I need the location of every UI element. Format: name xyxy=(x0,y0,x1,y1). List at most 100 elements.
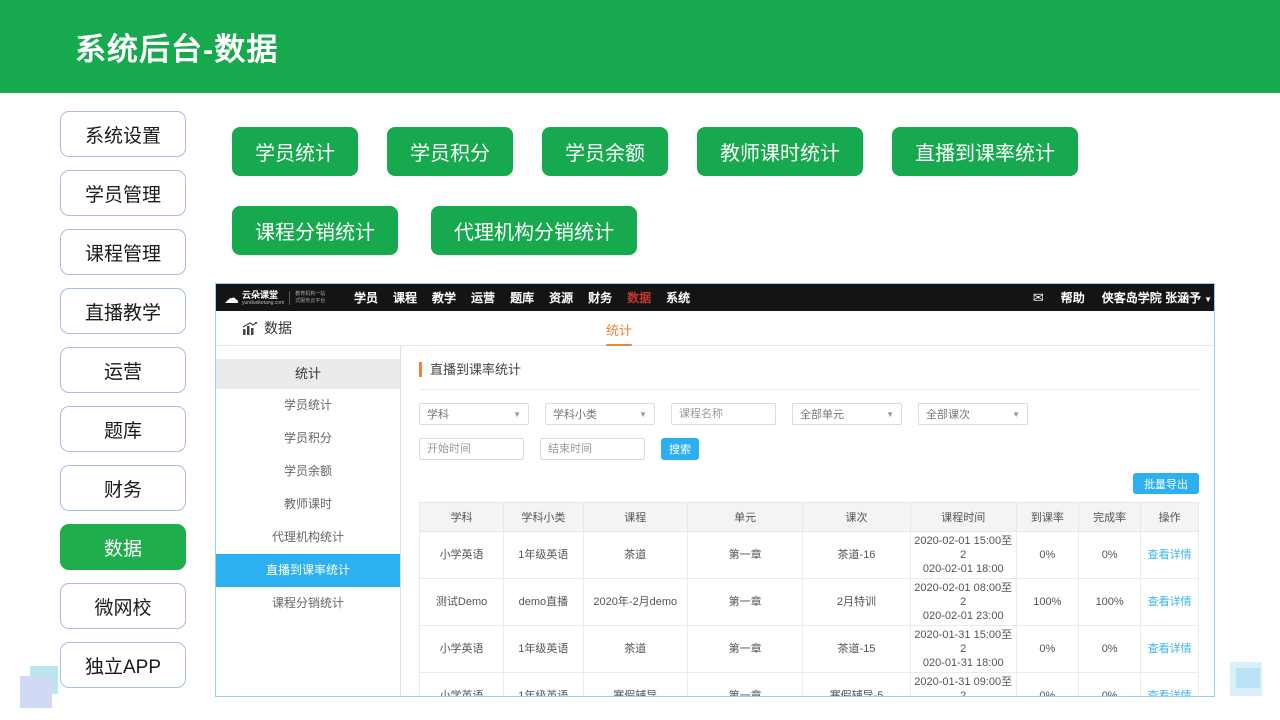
sidebar-button[interactable]: 微网校 xyxy=(60,583,186,629)
sidebar-button[interactable]: 学员管理 xyxy=(60,170,186,216)
sidebar-button-label: 数据 xyxy=(104,534,142,561)
side-menu-item[interactable]: 学员余额 xyxy=(216,455,400,488)
table-header-cell: 课次 xyxy=(803,503,911,532)
sidebar-button-label: 运营 xyxy=(104,357,142,384)
chevron-down-icon: ▼ xyxy=(886,410,894,419)
chevron-down-icon: ▼ xyxy=(513,410,521,419)
app-top-menu-item[interactable]: 题库 xyxy=(510,289,534,306)
app-top-menu-item[interactable]: 资源 xyxy=(549,289,573,306)
sidebar-button-label: 题库 xyxy=(104,416,142,443)
sidebar-button[interactable]: 独立APP xyxy=(60,642,186,688)
cell-action: 查看详情 xyxy=(1141,626,1199,673)
app-top-menu-item[interactable]: 课程 xyxy=(393,289,417,306)
sidebar-button[interactable]: 题库 xyxy=(60,406,186,452)
view-details-link[interactable]: 查看详情 xyxy=(1148,690,1192,697)
sidebar-button-label: 财务 xyxy=(104,475,142,502)
account-name: 侠客岛学院 张涵予 xyxy=(1102,291,1201,305)
account-menu[interactable]: 侠客岛学院 张涵予▼ xyxy=(1102,289,1212,306)
side-menu-item[interactable]: 教师课时 xyxy=(216,488,400,521)
table-row: 小学英语 1年级英语 茶道 第一章 茶道-16 2020-02-01 15:00… xyxy=(420,532,1199,579)
quick-stat-button[interactable]: 课程分销统计 xyxy=(232,206,398,255)
app-top-menu-item[interactable]: 学员 xyxy=(354,289,378,306)
cell-course: 寒假辅导 xyxy=(583,673,687,698)
course-name-input[interactable] xyxy=(671,403,776,425)
table-header-cell: 单元 xyxy=(687,503,802,532)
cell-category: 1年级英语 xyxy=(504,673,583,698)
sidebar-button-label: 课程管理 xyxy=(85,239,161,266)
sidebar-button[interactable]: 运营 xyxy=(60,347,186,393)
app-top-nav-right: ✉ 帮助 侠客岛学院 张涵予▼ xyxy=(1033,289,1212,306)
subject-subcategory-select[interactable]: 学科小类 ▼ xyxy=(545,403,655,425)
batch-export-button[interactable]: 批量导出 xyxy=(1133,473,1199,494)
sidebar-button-label: 学员管理 xyxy=(85,180,161,207)
side-menu-item[interactable]: 代理机构统计 xyxy=(216,521,400,554)
cell-attendance-rate: 0% xyxy=(1016,673,1078,698)
sidebar-button[interactable]: 系统设置 xyxy=(60,111,186,157)
help-link[interactable]: 帮助 xyxy=(1061,289,1085,306)
table-header-cell: 学科 xyxy=(420,503,504,532)
admin-app-screenshot: ☁ 云朵课堂 yunduoketang.com 教育机构一站 式服务云平台 学员… xyxy=(215,283,1215,697)
quick-stat-button[interactable]: 学员积分 xyxy=(387,127,513,176)
app-top-menu-item[interactable]: 运营 xyxy=(471,289,495,306)
quick-stat-button[interactable]: 代理机构分销统计 xyxy=(431,206,637,255)
tab-statistics[interactable]: 统计 xyxy=(606,311,632,346)
quick-stat-button-label: 课程分销统计 xyxy=(255,216,375,245)
cell-completion-rate: 0% xyxy=(1078,532,1140,579)
cell-course: 2020年-2月demo xyxy=(583,579,687,626)
end-time-input[interactable] xyxy=(540,438,645,460)
mail-icon[interactable]: ✉ xyxy=(1033,290,1044,306)
view-details-link[interactable]: 查看详情 xyxy=(1148,643,1192,655)
view-details-link[interactable]: 查看详情 xyxy=(1148,549,1192,561)
app-top-menu-item[interactable]: 系统 xyxy=(666,289,690,306)
panel-title: 直播到课率统计 xyxy=(419,362,521,377)
cell-category: 1年级英语 xyxy=(504,532,583,579)
logo-divider xyxy=(289,291,290,305)
chevron-down-icon: ▼ xyxy=(639,410,647,419)
subject-select[interactable]: 学科 ▼ xyxy=(419,403,529,425)
cell-time: 2020-01-31 15:00至2 020-01-31 18:00 xyxy=(910,626,1016,673)
search-button[interactable]: 搜索 xyxy=(661,438,699,460)
sidebar-button[interactable]: 直播教学 xyxy=(60,288,186,334)
lesson-select[interactable]: 全部课次 ▼ xyxy=(918,403,1028,425)
filter-row-2: 搜索 xyxy=(419,438,1199,460)
quick-buttons-row1: 学员统计 学员积分 学员余额 教师课时统计 直播到课率统计 xyxy=(232,127,1078,176)
view-details-link[interactable]: 查看详情 xyxy=(1148,596,1192,608)
sidebar-button[interactable]: 课程管理 xyxy=(60,229,186,275)
section-label: 数据 xyxy=(242,318,292,338)
app-top-menu-item[interactable]: 数据 xyxy=(627,289,651,306)
app-side-menu: 统计 学员统计 学员积分 学员余额 教师课时 代理机构统计 直播到课率统计 课程… xyxy=(216,346,401,697)
chevron-down-icon: ▼ xyxy=(1012,410,1020,419)
sidebar-button-label: 微网校 xyxy=(94,593,151,620)
quick-stat-button[interactable]: 学员统计 xyxy=(232,127,358,176)
cell-action: 查看详情 xyxy=(1141,673,1199,698)
cell-unit: 第一章 xyxy=(687,626,802,673)
section-title: 数据 xyxy=(264,318,292,338)
sidebar-button[interactable]: 数据 xyxy=(60,524,186,570)
export-row: 批量导出 xyxy=(419,473,1199,494)
quick-buttons-row2: 课程分销统计 代理机构分销统计 xyxy=(232,206,637,255)
cell-time: 2020-01-31 09:00至2 020-01-31 18:00 xyxy=(910,673,1016,698)
table-header-cell: 完成率 xyxy=(1078,503,1140,532)
sidebar-button[interactable]: 财务 xyxy=(60,465,186,511)
page-title: 系统后台-数据 xyxy=(75,24,278,69)
quick-stat-button-label: 学员积分 xyxy=(410,137,490,166)
side-menu-item[interactable]: 课程分销统计 xyxy=(216,587,400,620)
quick-stat-button[interactable]: 学员余额 xyxy=(542,127,668,176)
side-menu-item[interactable]: 学员积分 xyxy=(216,422,400,455)
side-menu-item[interactable]: 学员统计 xyxy=(216,389,400,422)
cell-category: demo直播 xyxy=(504,579,583,626)
start-time-input[interactable] xyxy=(419,438,524,460)
quick-stat-button-label: 学员余额 xyxy=(565,137,645,166)
side-menu-item[interactable]: 直播到课率统计 xyxy=(216,554,400,587)
quick-stat-button[interactable]: 直播到课率统计 xyxy=(892,127,1078,176)
app-top-menu-item[interactable]: 财务 xyxy=(588,289,612,306)
chevron-down-icon: ▼ xyxy=(1204,295,1212,304)
quick-stat-button-label: 代理机构分销统计 xyxy=(454,216,614,245)
logo-domain: yunduoketang.com xyxy=(242,300,284,306)
sidebar-button-label: 直播教学 xyxy=(85,298,161,325)
cell-attendance-rate: 100% xyxy=(1016,579,1078,626)
quick-stat-button[interactable]: 教师课时统计 xyxy=(697,127,863,176)
unit-select[interactable]: 全部单元 ▼ xyxy=(792,403,902,425)
panel-title-row: 直播到课率统计 xyxy=(419,359,1199,390)
app-top-menu-item[interactable]: 教学 xyxy=(432,289,456,306)
